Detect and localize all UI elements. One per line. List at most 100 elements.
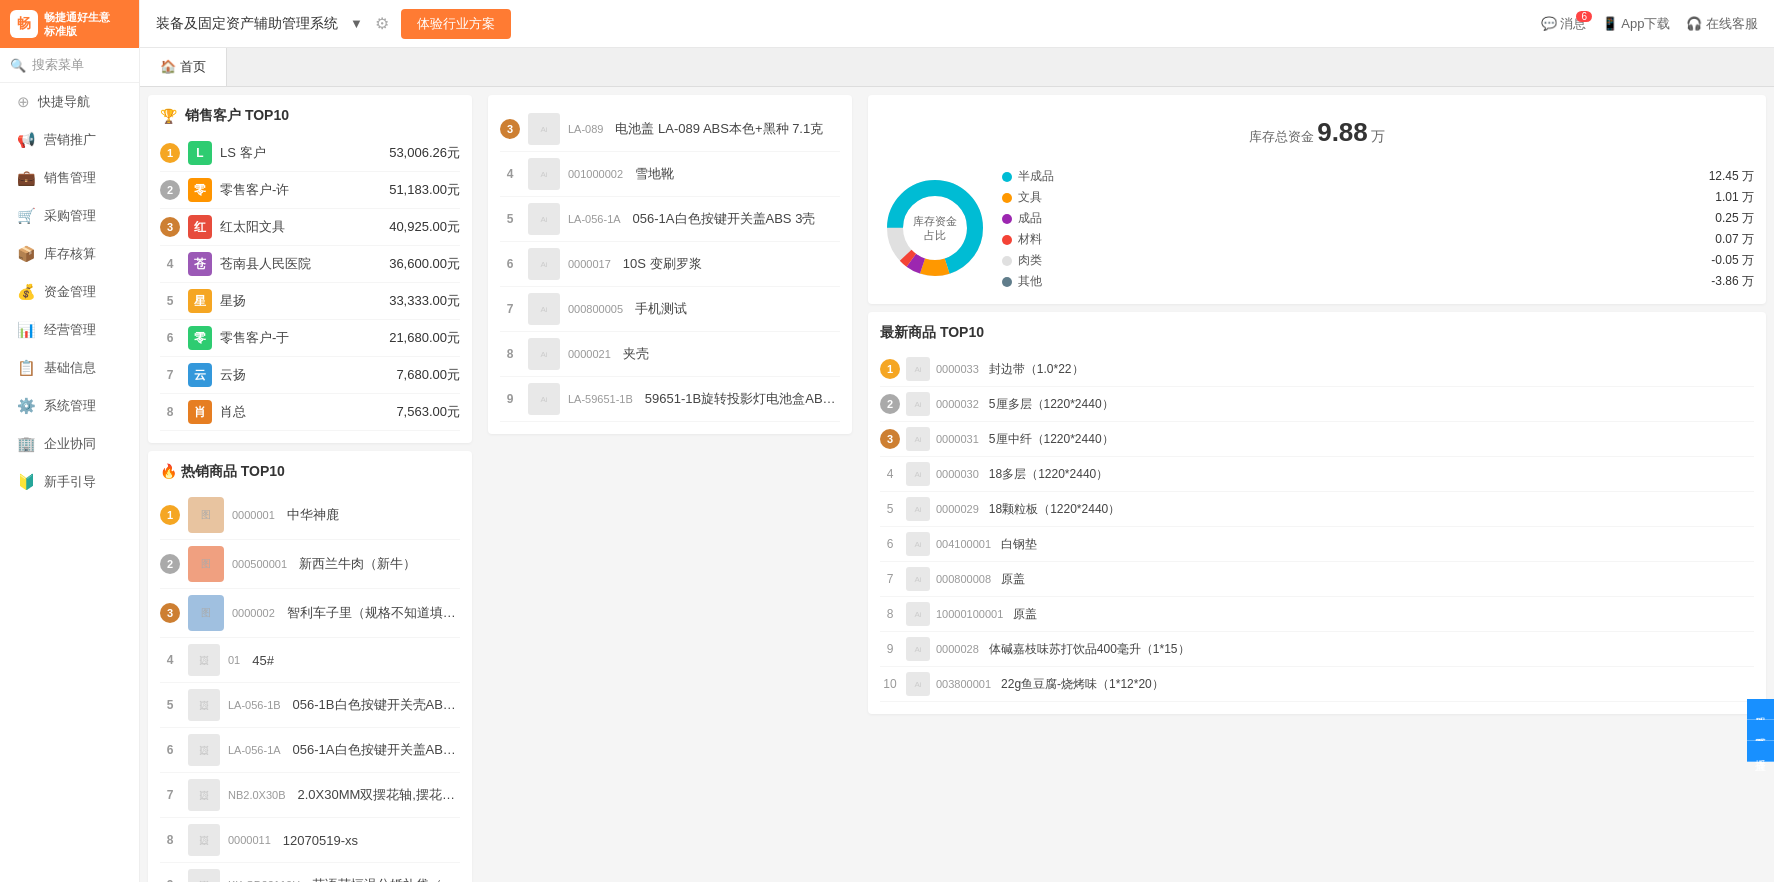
- rank-name: 零售客户-于: [220, 329, 381, 347]
- tab-home[interactable]: 🏠 首页: [140, 48, 227, 86]
- legend-value: 0.07 万: [1715, 231, 1754, 248]
- float-btn-直播[interactable]: 直播: [1747, 741, 1774, 762]
- product-image-placeholder: 🖼: [188, 824, 220, 856]
- sidebar-item-quick-nav[interactable]: ⊕快捷导航: [0, 83, 139, 121]
- app-download[interactable]: 📱 App下载: [1602, 15, 1670, 33]
- image-placeholder-icon: Ai: [914, 540, 921, 549]
- float-btn-客服热线[interactable]: 客服热线: [1747, 699, 1774, 720]
- float-btn-服务社区[interactable]: 服务社区: [1747, 720, 1774, 741]
- legend-value: 1.01 万: [1715, 189, 1754, 206]
- new-product-item: 5 Ai 0000029 18颗粒板（1220*2440）: [880, 492, 1754, 527]
- rank-value: 33,333.00元: [389, 292, 460, 310]
- nav-icon-system: ⚙️: [17, 397, 36, 415]
- nav-label-enterprise: 企业协同: [44, 435, 96, 453]
- rank-num: 5: [160, 294, 180, 308]
- product-code: 0000011: [228, 834, 271, 846]
- customer-rank-item: 3 红 红太阳文具 40,925.00元: [160, 209, 460, 246]
- new-product-item: 6 Ai 004100001 白钢垫: [880, 527, 1754, 562]
- hot-product-item: 3 图 0000002 智利车子里（规格不知道填什么）: [160, 589, 460, 638]
- customer-top10-title: 🏆 销售客户 TOP10: [160, 107, 460, 125]
- message-badge[interactable]: 💬 消息 6: [1541, 15, 1587, 33]
- legend-name: 肉类: [1018, 252, 1705, 269]
- new-product-name: 原盖: [1001, 571, 1754, 588]
- hot-products-title: 🔥 热销商品 TOP10: [160, 463, 460, 481]
- new-product-img: Ai: [906, 672, 930, 696]
- new-product-item: 9 Ai 0000028 体碱嘉枝味苏打饮品400毫升（1*15）: [880, 632, 1754, 667]
- image-icon: Ai: [540, 125, 547, 134]
- image-icon: Ai: [540, 395, 547, 404]
- customer-top10-card: 🏆 销售客户 TOP10 1 L LS 客户 53,006.26元 2 零 零售…: [148, 95, 472, 443]
- nav-icon-purchase: 🛒: [17, 207, 36, 225]
- legend-name: 成品: [1018, 210, 1709, 227]
- nav-icon-basic-info: 📋: [17, 359, 36, 377]
- product-name: 花语萌恒温分婚礼袋（厚款）: [312, 876, 460, 882]
- image-placeholder-icon: Ai: [914, 610, 921, 619]
- product-code: NB2.0X30B: [228, 789, 285, 801]
- gear-icon[interactable]: ⚙: [375, 14, 389, 33]
- legend-dot: [1002, 277, 1012, 287]
- product-image-placeholder: 🖼: [188, 644, 220, 676]
- rank-name: 苍南县人民医院: [220, 255, 381, 273]
- donut-chart: 库存资金 占比: [880, 173, 990, 286]
- new-product-item: 7 Ai 000800008 原盖: [880, 562, 1754, 597]
- tabs-bar: 🏠 首页: [140, 48, 1774, 87]
- image-placeholder-icon: Ai: [914, 575, 921, 584]
- product-code: 000800005: [568, 303, 623, 315]
- image-icon: 🖼: [199, 790, 209, 801]
- customer-rank-item: 7 云 云扬 7,680.00元: [160, 357, 460, 394]
- sidebar-nav: ⊕快捷导航📢营销推广💼销售管理 🛒 采购管理 📦库存核算💰资金管理📊经营管理📋基础信息…: [0, 83, 139, 501]
- new-product-img: Ai: [906, 392, 930, 416]
- sidebar-item-marketing[interactable]: 📢营销推广: [0, 121, 139, 159]
- sidebar-item-guide[interactable]: 🔰新手引导: [0, 463, 139, 501]
- product-name: 12070519-xs: [283, 833, 460, 848]
- hot-product-item: 1 图 0000001 中华神鹿: [160, 491, 460, 540]
- sidebar-item-purchase[interactable]: 🛒 采购管理: [0, 197, 139, 235]
- product-name: 056-1B白色按键开关壳ABS2壳: [293, 696, 460, 714]
- product-name: 056-1A白色按键开关盖ABS 3壳: [293, 741, 460, 759]
- product-name: 夹壳: [623, 345, 840, 363]
- legend-dot: [1002, 235, 1012, 245]
- mid-product-item: 3 Ai LA-089 电池盖 LA-089 ABS本色+黑种 7.1克: [500, 107, 840, 152]
- main-area: 装备及固定资产辅助管理系统 ▼ ⚙ 体验行业方案 💬 消息 6 📱 App下载 …: [140, 0, 1774, 882]
- new-product-list: 1 Ai 0000033 封边带（1.0*22） 2 Ai 0000032 5厘…: [880, 352, 1754, 702]
- topbar-right: 💬 消息 6 📱 App下载 🎧 在线客服: [1541, 15, 1758, 33]
- product-code: 0000002: [232, 607, 275, 619]
- image-placeholder-icon: Ai: [914, 365, 921, 374]
- new-product-code: 004100001: [936, 538, 991, 550]
- nav-label-purchase: 采购管理: [44, 207, 96, 225]
- experience-btn[interactable]: 体验行业方案: [401, 9, 511, 39]
- sidebar-item-operations[interactable]: 📊经营管理: [0, 311, 139, 349]
- sidebar-item-inventory[interactable]: 📦库存核算: [0, 235, 139, 273]
- topbar-dropdown[interactable]: ▼: [350, 16, 363, 31]
- product-name: 45#: [252, 653, 460, 668]
- hot-product-list: 1 图 0000001 中华神鹿 2 图 000500001 新西兰牛肉（新牛）…: [160, 491, 460, 882]
- sidebar-item-sales[interactable]: 💼销售管理: [0, 159, 139, 197]
- image-icon: Ai: [540, 305, 547, 314]
- rank-name: LS 客户: [220, 144, 381, 162]
- image-placeholder-icon: Ai: [914, 470, 921, 479]
- image-icon: Ai: [540, 350, 547, 359]
- new-product-code: 003800001: [936, 678, 991, 690]
- new-product-name: 原盖: [1013, 606, 1754, 623]
- online-service[interactable]: 🎧 在线客服: [1686, 15, 1758, 33]
- rank-avatar: 零: [188, 178, 212, 202]
- new-product-code: 0000032: [936, 398, 979, 410]
- sidebar-item-finance[interactable]: 💰资金管理: [0, 273, 139, 311]
- legend-value: -3.86 万: [1711, 273, 1754, 290]
- legend-name: 文具: [1018, 189, 1709, 206]
- product-image-placeholder: 🖼: [188, 779, 220, 811]
- new-product-name: 22g鱼豆腐-烧烤味（1*12*20）: [1001, 676, 1754, 693]
- sidebar-search[interactable]: 🔍 搜索菜单: [0, 48, 139, 83]
- product-code: 0000001: [232, 509, 275, 521]
- new-product-name: 18多层（1220*2440）: [989, 466, 1754, 483]
- phone-icon: 📱: [1602, 16, 1618, 31]
- nav-label-operations: 经营管理: [44, 321, 96, 339]
- new-products-title: 最新商品 TOP10: [880, 324, 1754, 342]
- message-count: 6: [1576, 11, 1592, 22]
- image-icon: 🖼: [199, 745, 209, 756]
- new-product-img: Ai: [906, 357, 930, 381]
- sidebar-item-system[interactable]: ⚙️系统管理: [0, 387, 139, 425]
- sidebar-item-enterprise[interactable]: 🏢企业协同: [0, 425, 139, 463]
- nav-label-guide: 新手引导: [44, 473, 96, 491]
- sidebar-item-basic-info[interactable]: 📋基础信息: [0, 349, 139, 387]
